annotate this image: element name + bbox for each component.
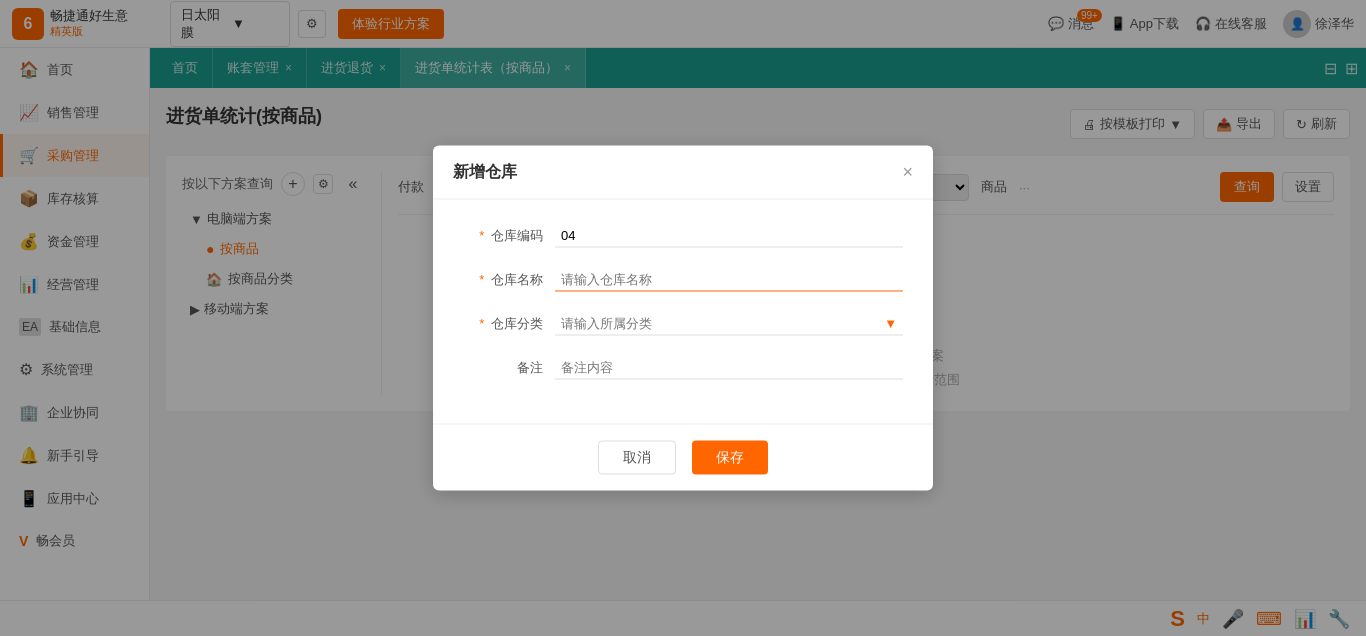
category-dropdown-icon[interactable]: ▼ bbox=[884, 316, 897, 331]
category-input[interactable] bbox=[561, 316, 884, 331]
remark-label: 备注 bbox=[463, 359, 543, 377]
form-row-name: * 仓库名称 bbox=[463, 268, 903, 292]
modal-footer: 取消 保存 bbox=[433, 424, 933, 491]
category-required: * bbox=[479, 316, 484, 331]
modal-body: * 仓库编码 * 仓库名称 * 仓库分类 ▼ 备注 bbox=[433, 200, 933, 424]
form-row-category: * 仓库分类 ▼ bbox=[463, 312, 903, 336]
category-select-wrap[interactable]: ▼ bbox=[555, 312, 903, 336]
category-label: * 仓库分类 bbox=[463, 315, 543, 333]
form-row-remark: 备注 bbox=[463, 356, 903, 380]
name-required: * bbox=[479, 272, 484, 287]
code-required: * bbox=[479, 228, 484, 243]
new-warehouse-modal: 新增仓库 × * 仓库编码 * 仓库名称 * 仓库分类 bbox=[433, 146, 933, 491]
code-label: * 仓库编码 bbox=[463, 227, 543, 245]
modal-header: 新增仓库 × bbox=[433, 146, 933, 200]
name-input[interactable] bbox=[555, 268, 903, 292]
modal-title: 新增仓库 bbox=[453, 162, 517, 183]
cancel-button[interactable]: 取消 bbox=[598, 441, 676, 475]
modal-close-btn[interactable]: × bbox=[902, 162, 913, 183]
name-label: * 仓库名称 bbox=[463, 271, 543, 289]
save-button[interactable]: 保存 bbox=[692, 441, 768, 475]
form-row-code: * 仓库编码 bbox=[463, 224, 903, 248]
code-input[interactable] bbox=[555, 224, 903, 248]
remark-input[interactable] bbox=[555, 356, 903, 380]
